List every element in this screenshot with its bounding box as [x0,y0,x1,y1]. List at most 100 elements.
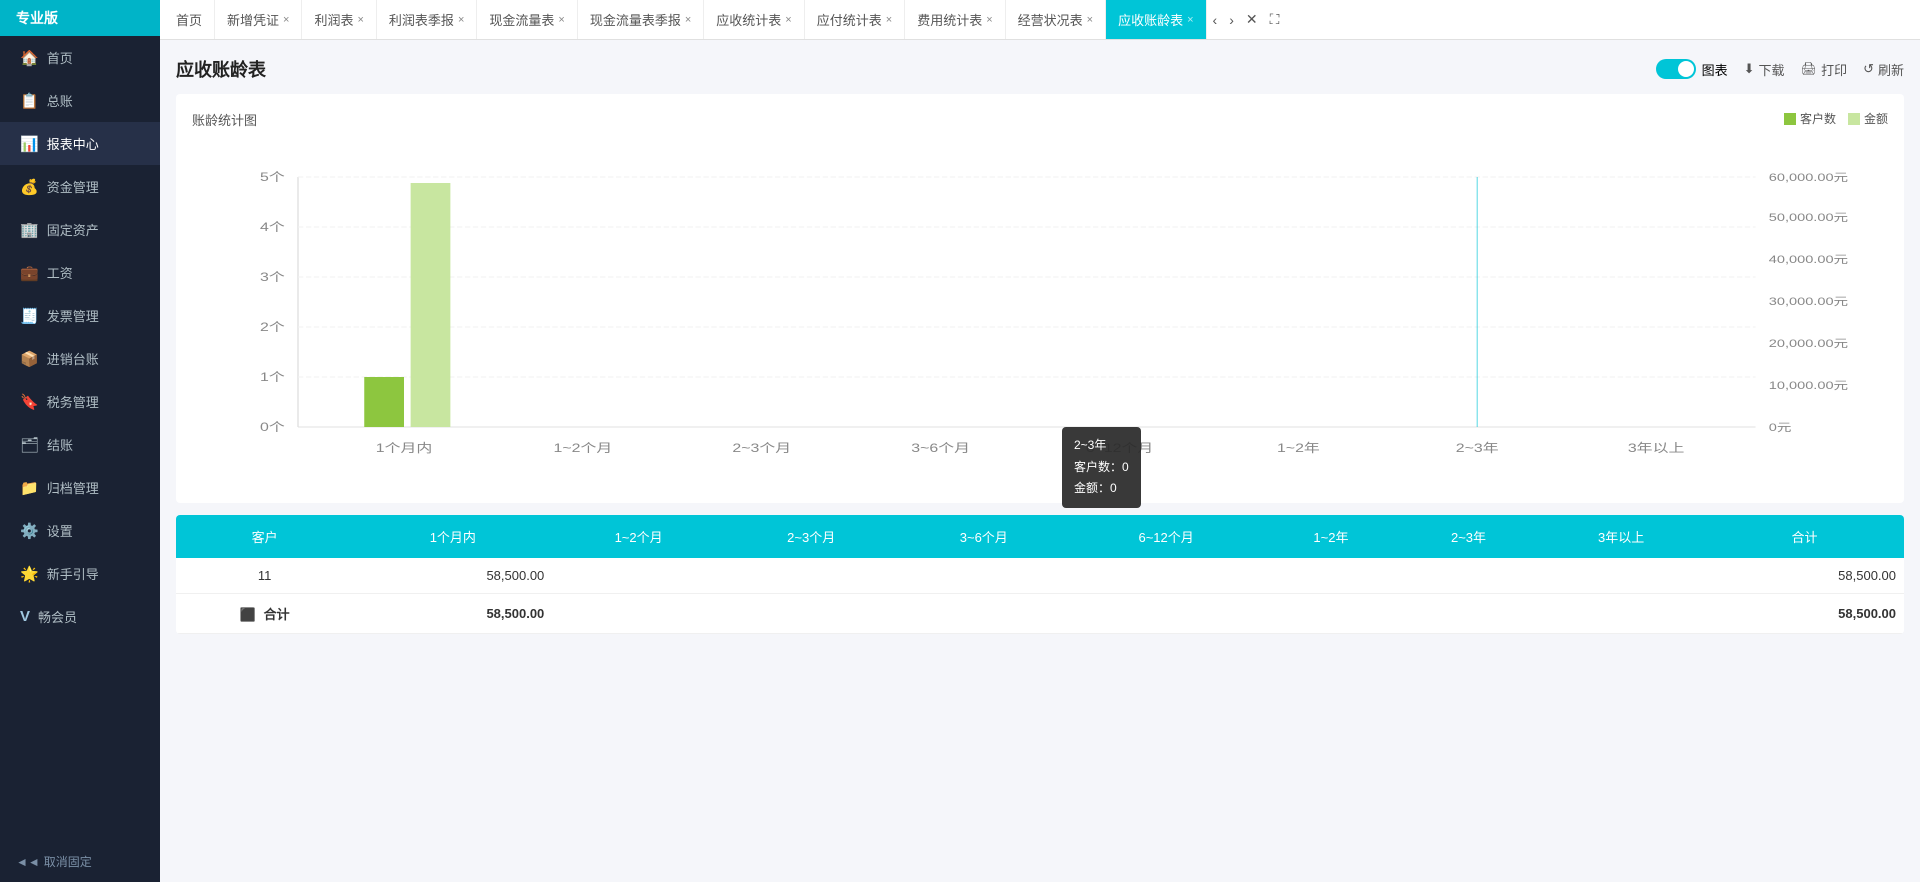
tab-profit-label: 利润表 [314,10,353,29]
total-y2 [1262,594,1400,634]
settings-icon: ⚙️ [20,522,39,540]
total-label: ⬛ 合计 [176,594,353,634]
close-icon[interactable]: × [1087,14,1093,26]
cell-m12 [1070,558,1262,594]
total-text: 合计 [264,607,290,622]
sidebar-item-guide[interactable]: 🌟 新手引导 [0,552,160,595]
svg-text:6~12个月: 6~12个月 [1086,441,1154,455]
svg-text:50,000.00元: 50,000.00元 [1769,211,1848,224]
close-icon[interactable]: × [558,14,564,26]
tab-cashflow-quarter-label: 现金流量表季报 [590,10,681,29]
sidebar-item-label: 固定资产 [47,220,99,239]
svg-text:3个: 3个 [260,270,285,284]
col-m6: 3~6个月 [897,515,1070,558]
tab-cashflow-quarter[interactable]: 现金流量表季报 × [578,0,704,40]
table-row: 11 58,500.00 58,500.00 [176,558,1904,594]
sidebar-item-label: 发票管理 [47,306,99,325]
refresh-button[interactable]: ↺ 刷新 [1863,60,1904,79]
bar-amount-m1[interactable] [411,183,451,427]
cell-m3 [725,558,898,594]
sidebar-item-tax[interactable]: 🔖 税务管理 [0,380,160,423]
tab-profit[interactable]: 利润表 × [302,0,376,40]
tab-expense-stat[interactable]: 费用统计表 × [905,0,1005,40]
svg-text:2个: 2个 [260,320,285,334]
sidebar-item-invoice[interactable]: 🧾 发票管理 [0,294,160,337]
svg-text:30,000.00元: 30,000.00元 [1769,295,1848,308]
chart-toggle[interactable] [1656,59,1696,79]
tab-receivable-age[interactable]: 应收账龄表 × [1106,0,1206,40]
chart-svg: 0个 1个 2个 3个 4个 5个 0元 10,000.00元 20,000.0… [192,137,1888,487]
tab-voucher[interactable]: 新增凭证 × [215,0,302,40]
invoice-icon: 🧾 [20,307,39,325]
sidebar-item-ledger[interactable]: 📋 总账 [0,79,160,122]
sidebar-item-vip[interactable]: V 畅会员 [0,595,160,638]
cell-m2 [552,558,725,594]
total-m12 [1070,594,1262,634]
chart-toggle-wrap: 图表 [1656,59,1728,79]
svg-text:60,000.00元: 60,000.00元 [1769,171,1848,184]
sidebar-item-inventory[interactable]: 📦 进销台账 [0,337,160,380]
tab-close-all-button[interactable]: ✕ [1240,0,1264,40]
tab-bar: 首页 新增凭证 × 利润表 × 利润表季报 × 现金流量表 × 现金流量表季报 … [160,0,1920,40]
tab-profit-quarter[interactable]: 利润表季报 × [377,0,477,40]
sidebar-item-checkout[interactable]: 🗂 结账 [0,423,160,466]
sidebar-item-label: 总账 [47,91,73,110]
reports-icon: 📊 [20,135,39,153]
main-area: 首页 新增凭证 × 利润表 × 利润表季报 × 现金流量表 × 现金流量表季报 … [160,0,1920,882]
checkout-icon: 🗂 [20,436,39,454]
close-icon[interactable]: × [1187,14,1193,26]
sidebar-item-settings[interactable]: ⚙️ 设置 [0,509,160,552]
svg-text:0元: 0元 [1769,421,1792,434]
svg-text:20,000.00元: 20,000.00元 [1769,337,1848,350]
sidebar-item-funds[interactable]: 💰 资金管理 [0,165,160,208]
cell-y3plus [1537,558,1705,594]
download-button[interactable]: ⬇ 下载 [1744,60,1785,79]
close-icon[interactable]: × [886,14,892,26]
total-icon: ⬛ [240,607,256,622]
col-total: 合计 [1705,515,1904,558]
guide-icon: 🌟 [20,565,39,583]
col-m3: 2~3个月 [725,515,898,558]
print-button[interactable]: 🖨 打印 [1801,60,1848,79]
sidebar-item-home[interactable]: 🏠 首页 [0,36,160,79]
total-m3 [725,594,898,634]
tab-home[interactable]: 首页 [164,0,215,40]
sidebar-item-salary[interactable]: 💼 工资 [0,251,160,294]
close-icon[interactable]: × [785,14,791,26]
svg-text:2~3个月: 2~3个月 [732,441,791,455]
inventory-icon: 📦 [20,350,39,368]
tab-maximize-button[interactable]: ⛶ [1264,0,1286,40]
total-y3plus [1537,594,1705,634]
svg-text:3年以上: 3年以上 [1628,441,1685,455]
funds-icon: 💰 [20,178,39,196]
sidebar-item-label: 新手引导 [47,564,99,583]
legend-amount: 金额 [1848,110,1888,127]
svg-text:2~3年: 2~3年 [1456,441,1499,455]
tab-operation-stat-label: 经营状况表 [1018,10,1083,29]
tab-cashflow[interactable]: 现金流量表 × [477,0,577,40]
close-icon[interactable]: × [458,14,464,26]
col-y2: 1~2年 [1262,515,1400,558]
tab-receivable-stat[interactable]: 应收统计表 × [704,0,804,40]
col-m1: 1个月内 [353,515,552,558]
close-icon[interactable]: × [986,14,992,26]
total-m2 [552,594,725,634]
tab-operation-stat[interactable]: 经营状况表 × [1006,0,1106,40]
sidebar-item-fixed-assets[interactable]: 🏢 固定资产 [0,208,160,251]
close-icon[interactable]: × [357,14,363,26]
sidebar-item-archive[interactable]: 📁 归档管理 [0,466,160,509]
tab-next-button[interactable]: › [1223,0,1240,40]
download-icon: ⬇ [1744,61,1755,77]
tax-icon: 🔖 [20,393,39,411]
sidebar-item-reports[interactable]: 📊 报表中心 [0,122,160,165]
tab-payable-stat[interactable]: 应付统计表 × [805,0,905,40]
tab-cashflow-label: 现金流量表 [489,10,554,29]
legend-customer-label: 客户数 [1800,110,1836,127]
bar-customer-m1[interactable] [364,377,404,427]
close-icon[interactable]: × [685,14,691,26]
close-icon[interactable]: × [283,14,289,26]
tab-prev-button[interactable]: ‹ [1207,0,1224,40]
sidebar-item-label: 税务管理 [47,392,99,411]
unpin-button[interactable]: ◄◄ 取消固定 [0,841,160,882]
chart-container: 0个 1个 2个 3个 4个 5个 0元 10,000.00元 20,000.0… [192,137,1888,487]
